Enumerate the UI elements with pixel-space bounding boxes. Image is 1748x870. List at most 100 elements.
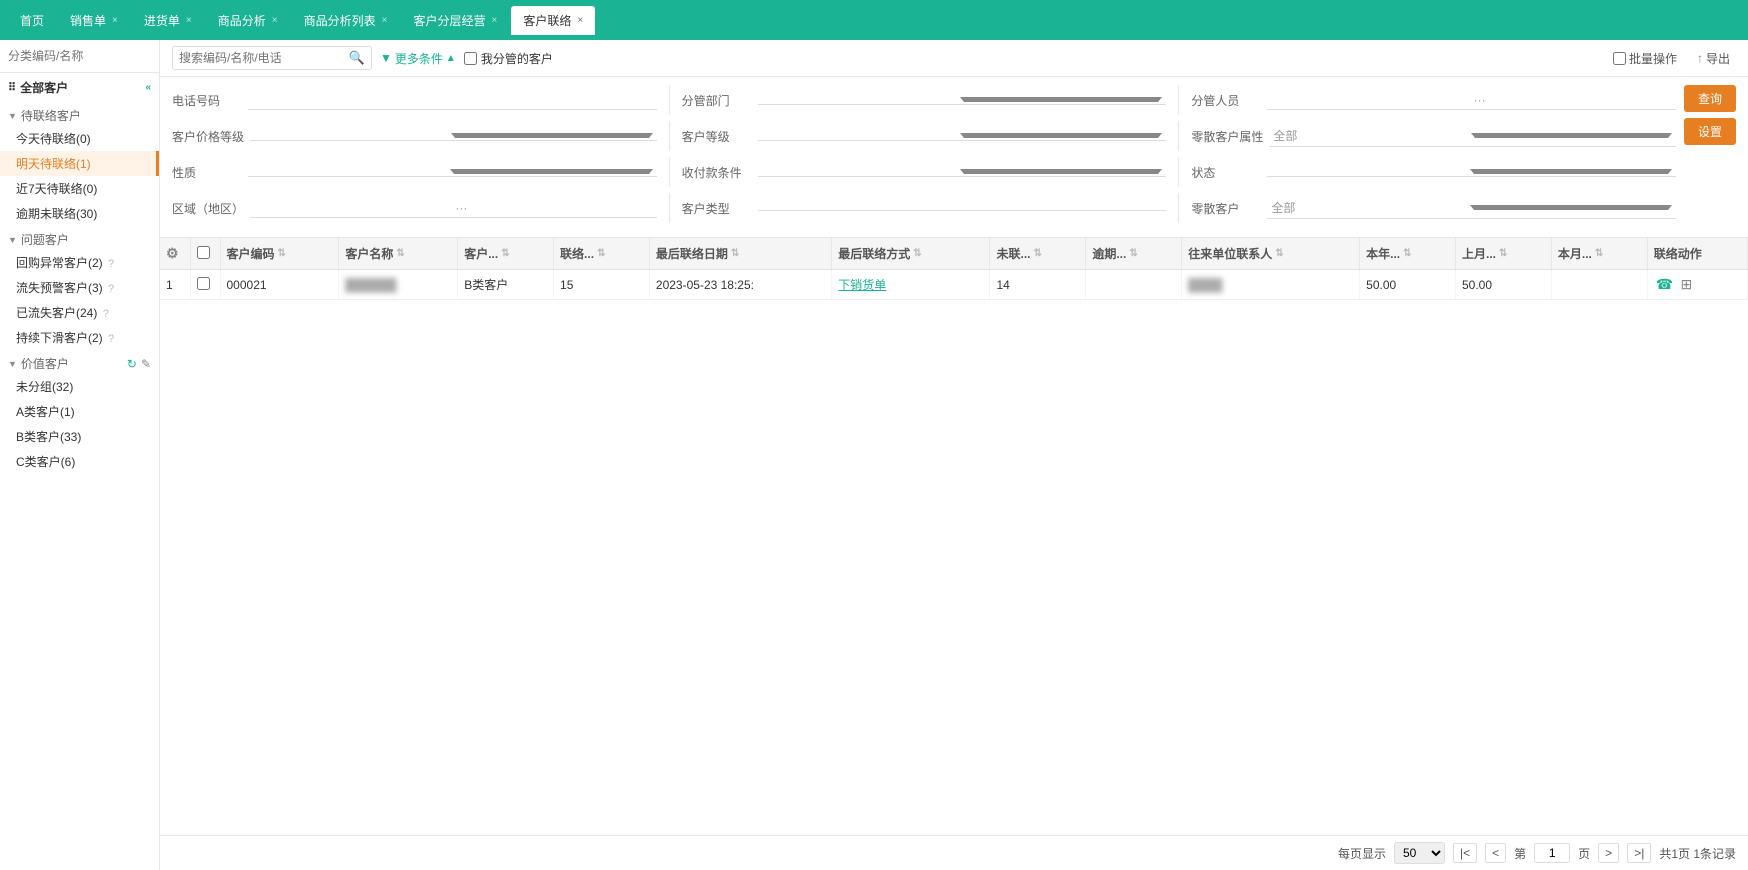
row-company-contact: ████ [1182, 270, 1360, 300]
bulk-checkbox[interactable] [1613, 52, 1626, 65]
filter-retail-customer-select[interactable]: 全部 [1267, 197, 1676, 219]
nav-home[interactable]: 首页 [8, 6, 56, 35]
filter-payment-select[interactable] [758, 167, 1167, 177]
sort-method-icon[interactable]: ⇅ [913, 248, 921, 259]
manager-dots-icon[interactable]: ··· [1474, 93, 1672, 107]
sidebar-class-a-label: A类客户(1) [16, 405, 75, 419]
sidebar-search-input[interactable] [8, 49, 160, 63]
filter-region-select[interactable]: ··· [250, 199, 657, 218]
search-icon[interactable]: 🔍 [349, 50, 365, 66]
value-refresh-icon[interactable]: ↻ [127, 357, 137, 371]
filter-retail-attr-label: 零散客户属性 [1191, 128, 1263, 145]
query-button[interactable]: 查询 [1684, 85, 1736, 112]
region-dots-icon[interactable]: ··· [455, 201, 652, 215]
sidebar-item-tomorrow-pending[interactable]: 明天待联络(1) [0, 151, 159, 176]
my-customers-checkbox[interactable] [464, 52, 477, 65]
filter-dept-field: 分管部门 [682, 92, 1167, 109]
filter-manager-select[interactable]: ··· [1267, 91, 1676, 110]
filter-status-select[interactable] [1267, 167, 1676, 177]
page-suffix: 页 [1578, 845, 1590, 862]
sidebar-item-week-pending[interactable]: 近7天待联络(0) [0, 176, 159, 201]
last-page-btn[interactable]: >| [1627, 843, 1651, 863]
first-page-btn[interactable]: |< [1453, 843, 1477, 863]
sort-name-icon[interactable]: ⇅ [396, 248, 404, 259]
sort-overdue-icon[interactable]: ⇅ [1129, 248, 1137, 259]
filter-panel: 电话号码 分管部门 分管人员 [160, 77, 1748, 238]
next-page-btn[interactable]: > [1598, 843, 1619, 863]
filter-retail-attr-select[interactable]: 全部 [1269, 125, 1676, 147]
bulk-operations-btn[interactable]: 批量操作 [1607, 47, 1683, 70]
nav-product-analysis-list-close[interactable]: × [382, 15, 388, 26]
page-input[interactable] [1534, 843, 1570, 863]
filter-retail-customer-field: 零散客户 全部 [1191, 197, 1676, 219]
sort-date-icon[interactable]: ⇅ [731, 248, 739, 259]
action-phone-icon[interactable]: ☎ [1656, 276, 1673, 292]
export-btn[interactable]: ↑ 导出 [1691, 47, 1736, 70]
nav-customer-segment[interactable]: 客户分层经营 × [401, 6, 509, 35]
sort-last-month-icon[interactable]: ⇅ [1499, 248, 1507, 259]
filter-phone-field: 电话号码 [172, 91, 657, 110]
contact-method-link[interactable]: 下销货单 [838, 278, 886, 292]
sidebar-item-class-a[interactable]: A类客户(1) [0, 399, 159, 424]
filter-phone-input[interactable] [248, 91, 657, 110]
nav-product-analysis-list[interactable]: 商品分析列表 × [292, 6, 400, 35]
sidebar-item-declining[interactable]: 持续下滑客户(2) ? [0, 325, 159, 350]
sidebar-problem-section: ▼ 问题客户 [0, 226, 159, 250]
nav-purchase[interactable]: 进货单 × [132, 6, 204, 35]
sidebar-item-class-c[interactable]: C类客户(6) [0, 449, 159, 474]
filter-retail-attr-field: 零散客户属性 全部 [1191, 125, 1676, 147]
col-gear: ⚙ [160, 238, 190, 270]
sort-company-contact-icon[interactable]: ⇅ [1275, 248, 1283, 259]
filter-customer-level-label: 客户等级 [682, 128, 752, 145]
sidebar-item-class-b[interactable]: B类客户(33) [0, 424, 159, 449]
nav-customer-contact-close[interactable]: × [577, 15, 583, 26]
nav-customer-segment-close[interactable]: × [491, 15, 497, 26]
nav-customer-contact-label: 客户联络 [523, 12, 571, 29]
filter-customer-level-select[interactable] [758, 131, 1167, 141]
sidebar-class-b-label: B类客户(33) [16, 430, 81, 444]
sidebar-item-ungrouped[interactable]: 未分组(32) [0, 374, 159, 399]
more-conditions-btn[interactable]: ▼ 更多条件 ▲ [380, 50, 456, 67]
sidebar-item-overdue-pending[interactable]: 逾期未联络(30) [0, 201, 159, 226]
nav-sales[interactable]: 销售单 × [58, 6, 130, 35]
sort-this-year-icon[interactable]: ⇅ [1403, 248, 1411, 259]
sidebar-item-churned[interactable]: 已流失客户(24) ? [0, 300, 159, 325]
set-button[interactable]: 设置 [1684, 118, 1736, 145]
search-input[interactable] [179, 51, 345, 65]
filter-dept-select[interactable] [758, 95, 1167, 105]
row-select-checkbox[interactable] [197, 277, 210, 290]
sidebar-collapse-icon[interactable]: « [145, 82, 151, 93]
sidebar-item-repurchase-abnormal[interactable]: 回购异常客户(2) ? [0, 250, 159, 275]
sort-no-contact-icon[interactable]: ⇅ [1034, 248, 1042, 259]
nav-product-analysis-close[interactable]: × [272, 15, 278, 26]
nav-sales-close[interactable]: × [112, 15, 118, 26]
sidebar-item-today-pending[interactable]: 今天待联络(0) [0, 126, 159, 151]
table-gear-icon[interactable]: ⚙ [166, 245, 179, 261]
sidebar-item-churn-warning[interactable]: 流失预警客户(3) ? [0, 275, 159, 300]
filter-row-1: 电话号码 分管部门 分管人员 [172, 85, 1676, 115]
value-edit-icon[interactable]: ✎ [141, 357, 151, 371]
select-all-checkbox[interactable] [197, 246, 210, 259]
action-grid-icon[interactable]: ⊞ [1681, 276, 1693, 292]
sort-code-icon[interactable]: ⇅ [278, 248, 286, 259]
nav-product-analysis[interactable]: 商品分析 × [206, 6, 290, 35]
row-overdue [1086, 270, 1182, 300]
sort-this-month-icon[interactable]: ⇅ [1595, 248, 1603, 259]
filter-price-level-select[interactable] [250, 131, 657, 141]
prev-page-btn[interactable]: < [1485, 843, 1506, 863]
sidebar-problem-label: 问题客户 [21, 231, 69, 248]
nav-product-analysis-label: 商品分析 [218, 12, 266, 29]
filter-region-field: 区域（地区） ··· [172, 199, 657, 218]
export-label: 导出 [1706, 50, 1730, 67]
filter-gender-select[interactable] [248, 167, 657, 177]
sort-type-icon[interactable]: ⇅ [501, 248, 509, 259]
filter-customer-type-select[interactable] [758, 206, 1167, 211]
page-size-select[interactable]: 50 100 200 [1394, 842, 1445, 864]
nav-purchase-close[interactable]: × [186, 15, 192, 26]
sort-contact-icon[interactable]: ⇅ [597, 248, 605, 259]
filter-customer-level-field: 客户等级 [682, 128, 1167, 145]
nav-customer-contact[interactable]: 客户联络 × [511, 6, 595, 35]
sidebar-overdue-pending-label: 逾期未联络(30) [16, 207, 97, 221]
sidebar-all-customers-header[interactable]: ⠿ 全部客户 « [0, 73, 159, 102]
sidebar-pending-section: ▼ 待联络客户 [0, 102, 159, 126]
